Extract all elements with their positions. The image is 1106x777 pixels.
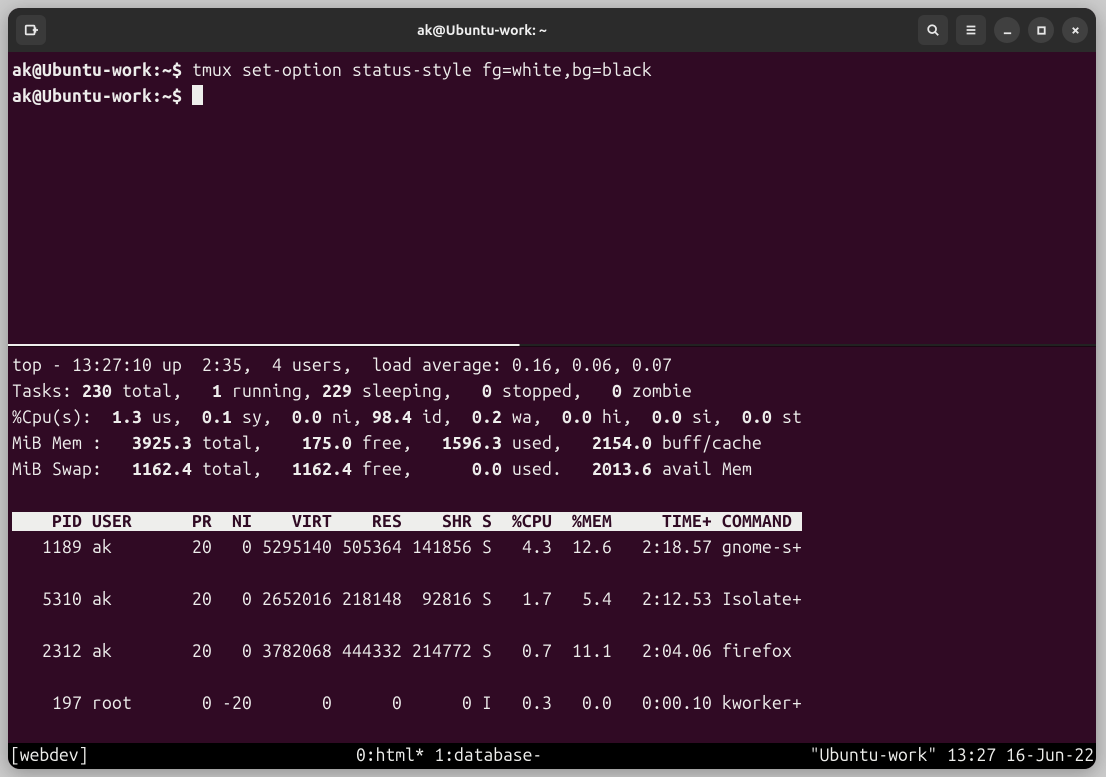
table-row: 197 root 0 -20 0 0 0 I 0.3 0.0 0:00.10 k… <box>12 691 1092 717</box>
top-mem-line: MiB Mem : 3925.3 total, 175.0 free, 1596… <box>12 434 762 453</box>
tmux-status-right: "Ubuntu-work" 13:27 16-Jun-22 <box>810 743 1094 769</box>
titlebar: ak@Ubuntu-work: ~ <box>8 8 1096 52</box>
table-row: 1189 ak 20 0 5295140 505364 141856 S 4.3… <box>12 535 1092 561</box>
shell-prompt: ak@Ubuntu-work:~$ <box>12 61 182 80</box>
upper-pane[interactable]: ak@Ubuntu-work:~$ tmux set-option status… <box>8 52 1096 344</box>
top-cpu-line: %Cpu(s): 1.3 us, 0.1 sy, 0.0 ni, 98.4 id… <box>12 408 802 427</box>
window-title: ak@Ubuntu-work: ~ <box>52 22 912 38</box>
table-row: 2312 ak 20 0 3782068 444332 214772 S 0.7… <box>12 639 1092 665</box>
top-summary: top - 13:27:10 up 2:35, 4 users, load av… <box>12 356 672 375</box>
minimize-button[interactable] <box>994 17 1020 43</box>
maximize-button[interactable] <box>1028 17 1054 43</box>
close-button[interactable] <box>1062 17 1088 43</box>
tmux-status-bar: [webdev]0:html* 1:database-"Ubuntu-work"… <box>8 743 1096 769</box>
tmux-windows: 0:html* 1:database- <box>88 743 809 769</box>
top-tasks-line: Tasks: 230 total, 1 running, 229 sleepin… <box>12 382 692 401</box>
search-button[interactable] <box>918 15 948 45</box>
new-tab-button[interactable] <box>16 15 46 45</box>
cursor <box>192 85 203 105</box>
terminal-window: ak@Ubuntu-work: ~ ak@Ubuntu-work:~$ tmux… <box>8 8 1096 769</box>
top-swap-line: MiB Swap: 1162.4 total, 1162.4 free, 0.0… <box>12 460 752 479</box>
table-row: 5310 ak 20 0 2652016 218148 92816 S 1.7 … <box>12 587 1092 613</box>
lower-pane[interactable]: top - 13:27:10 up 2:35, 4 users, load av… <box>8 346 1096 743</box>
last-command: tmux set-option status-style fg=white,bg… <box>192 61 652 80</box>
tmux-session: [webdev] <box>10 743 88 769</box>
shell-prompt: ak@Ubuntu-work:~$ <box>12 87 182 106</box>
menu-button[interactable] <box>956 15 986 45</box>
top-columns-header: PID USER PR NI VIRT RES SHR S %CPU %MEM … <box>12 512 802 531</box>
